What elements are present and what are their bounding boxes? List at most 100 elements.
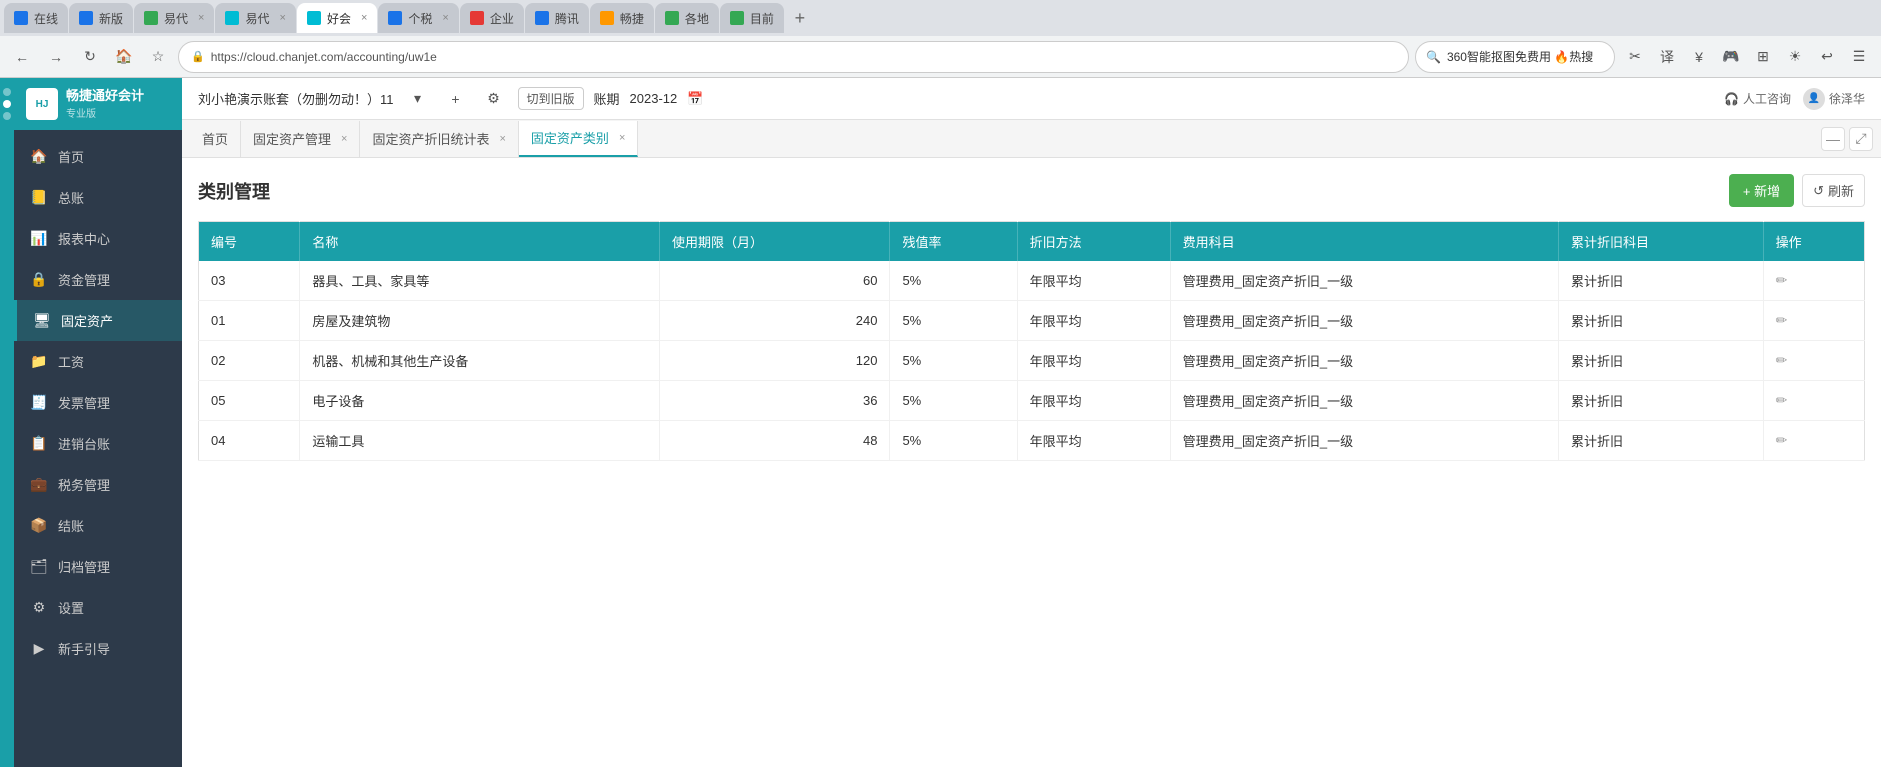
back-button[interactable]: ← <box>8 43 36 71</box>
cell-action-3[interactable]: ✏ <box>1763 381 1864 421</box>
add-account-btn[interactable]: + <box>442 85 470 113</box>
edit-btn-0[interactable]: ✏ <box>1776 272 1788 288</box>
browser-tab-changjie[interactable]: 畅捷 <box>590 3 654 33</box>
browser-tab-close-yidai2[interactable]: × <box>280 12 286 24</box>
browser-tab-enterprise[interactable]: 企业 <box>460 3 524 33</box>
account-dropdown-btn[interactable]: ▾ <box>404 85 432 113</box>
cell-id-1[interactable]: 01 <box>199 301 300 341</box>
currency-icon[interactable]: ¥ <box>1685 43 1713 71</box>
sidebar-item-label-reports: 报表中心 <box>58 229 110 248</box>
user-info-btn[interactable]: 👤 徐泽华 <box>1803 88 1865 110</box>
grid-icon[interactable]: ⊞ <box>1749 43 1777 71</box>
browser-tab-haohui[interactable]: 好会 × <box>297 3 377 33</box>
sidebar-item-fixed-assets[interactable]: 🖥 固定资产 <box>14 300 182 341</box>
col-header-name: 名称 <box>300 222 660 262</box>
settings-gear-btn[interactable]: ⚙ <box>480 85 508 113</box>
browser-tab-muqian[interactable]: 目前 <box>720 3 784 33</box>
brightness-icon[interactable]: ☀ <box>1781 43 1809 71</box>
cell-useful-life-2: 120 <box>659 341 889 381</box>
cell-action-4[interactable]: ✏ <box>1763 421 1864 461</box>
sidebar-item-label-inventory: 进销台账 <box>58 434 110 453</box>
sidebar-item-payroll[interactable]: 📁 工资 <box>14 341 182 382</box>
sidebar-item-label-funds: 资金管理 <box>58 270 110 289</box>
tab-close-depreciation-stats[interactable]: × <box>499 133 505 145</box>
tab-close-fixed-assets-mgmt[interactable]: × <box>341 133 347 145</box>
calendar-icon[interactable]: 📅 <box>687 91 703 107</box>
sidebar-item-home[interactable]: 🏠 首页 <box>14 136 182 177</box>
cell-action-1[interactable]: ✏ <box>1763 301 1864 341</box>
browser-tab-label-muqian: 目前 <box>750 10 774 27</box>
search-bar[interactable]: 🔍 360智能抠图免费用 🔥热搜 <box>1415 41 1615 73</box>
tab-asset-category[interactable]: 固定资产类别 × <box>519 121 638 157</box>
headset-icon: 🎧 <box>1724 92 1739 106</box>
browser-tab-close-haohui[interactable]: × <box>361 12 367 24</box>
col-header-id: 编号 <box>199 222 300 262</box>
cell-action-0[interactable]: ✏ <box>1763 261 1864 301</box>
edit-btn-2[interactable]: ✏ <box>1776 352 1788 368</box>
browser-tab-gedi[interactable]: 各地 <box>655 3 719 33</box>
tab-depreciation-stats[interactable]: 固定资产折旧统计表 × <box>360 121 518 157</box>
sidebar-app-info: 畅捷通好会计 专业版 <box>66 88 144 120</box>
browser-tab-yidai2[interactable]: 易代 × <box>215 3 295 33</box>
tab-home[interactable]: 首页 <box>190 121 241 157</box>
sidebar-item-funds[interactable]: 🔒 资金管理 <box>14 259 182 300</box>
sidebar-item-settings[interactable]: ⚙ 设置 <box>14 587 182 628</box>
invoice-icon: 🧾 <box>30 394 48 412</box>
reload-button[interactable]: ↻ <box>76 43 104 71</box>
cell-id-2[interactable]: 02 <box>199 341 300 381</box>
edit-btn-3[interactable]: ✏ <box>1776 392 1788 408</box>
user-name: 徐泽华 <box>1829 90 1865 107</box>
url-bar[interactable]: 🔒 https://cloud.chanjet.com/accounting/u… <box>178 41 1409 73</box>
sidebar-item-inventory[interactable]: 📋 进销台账 <box>14 423 182 464</box>
cell-action-2[interactable]: ✏ <box>1763 341 1864 381</box>
sidebar-item-archive[interactable]: 🗂 归档管理 <box>14 546 182 587</box>
tab-fixed-assets-mgmt[interactable]: 固定资产管理 × <box>241 121 360 157</box>
browser-tab-new[interactable]: 新版 <box>69 3 133 33</box>
cell-id-3[interactable]: 05 <box>199 381 300 421</box>
browser-tab-label-new: 新版 <box>99 10 123 27</box>
home-button[interactable]: 🏠 <box>110 43 138 71</box>
sidebar-item-settle[interactable]: 📦 结账 <box>14 505 182 546</box>
tab-minimize-btn[interactable]: — <box>1821 127 1845 151</box>
cell-id-4[interactable]: 04 <box>199 421 300 461</box>
switch-version-btn[interactable]: 切到旧版 <box>518 87 584 110</box>
archive-icon: 🗂 <box>30 558 48 576</box>
browser-tab-tax[interactable]: 个税 × <box>378 3 458 33</box>
sidebar-item-invoice[interactable]: 🧾 发票管理 <box>14 382 182 423</box>
edit-btn-1[interactable]: ✏ <box>1776 312 1788 328</box>
tab-favicon-haohui <box>307 11 321 25</box>
period-label: 账期 <box>594 89 620 108</box>
browser-tab-yidai1[interactable]: 易代 × <box>134 3 214 33</box>
customer-service-btn[interactable]: 🎧 人工咨询 <box>1724 90 1791 107</box>
browser-tab-online[interactable]: 在线 <box>4 3 68 33</box>
add-btn[interactable]: + 新增 <box>1729 174 1794 207</box>
sidebar-item-label-invoice: 发票管理 <box>58 393 110 412</box>
tab-favicon-yidai1 <box>144 11 158 25</box>
browser-tab-close-yidai1[interactable]: × <box>198 12 204 24</box>
refresh-btn[interactable]: ↺ 刷新 <box>1802 174 1865 207</box>
sidebar-item-tax[interactable]: 💼 税务管理 <box>14 464 182 505</box>
extensions-icon[interactable]: ✂ <box>1621 43 1649 71</box>
bookmark-button[interactable]: ☆ <box>144 43 172 71</box>
tab-close-asset-category[interactable]: × <box>619 132 625 144</box>
sidebar-item-ledger[interactable]: 📒 总账 <box>14 177 182 218</box>
browser-new-tab-btn[interactable]: + <box>785 3 815 33</box>
game-icon[interactable]: 🎮 <box>1717 43 1745 71</box>
edit-btn-4[interactable]: ✏ <box>1776 432 1788 448</box>
tab-favicon-yidai2 <box>225 11 239 25</box>
browser-tab-label-gedi: 各地 <box>685 10 709 27</box>
undo-icon[interactable]: ↩ <box>1813 43 1841 71</box>
cell-residual-rate-1: 5% <box>890 301 1017 341</box>
browser-tab-close-tax[interactable]: × <box>442 12 448 24</box>
tab-expand-btn[interactable]: ⤢ <box>1849 127 1873 151</box>
browser-tab-tencent[interactable]: 腾讯 <box>525 3 589 33</box>
sidebar-item-guide[interactable]: ▶ 新手引导 <box>14 628 182 669</box>
sidebar-item-label-settings: 设置 <box>58 598 84 617</box>
app-logo-icon: HJ <box>26 88 58 120</box>
menu-icon[interactable]: ☰ <box>1845 43 1873 71</box>
forward-button[interactable]: → <box>42 43 70 71</box>
category-table: 编号 名称 使用期限（月） 残值率 折旧方法 费用科目 累计折旧科目 操作 03… <box>198 221 1865 461</box>
translate-icon[interactable]: 译 <box>1653 43 1681 71</box>
cell-id-0[interactable]: 03 <box>199 261 300 301</box>
sidebar-item-reports[interactable]: 📊 报表中心 <box>14 218 182 259</box>
